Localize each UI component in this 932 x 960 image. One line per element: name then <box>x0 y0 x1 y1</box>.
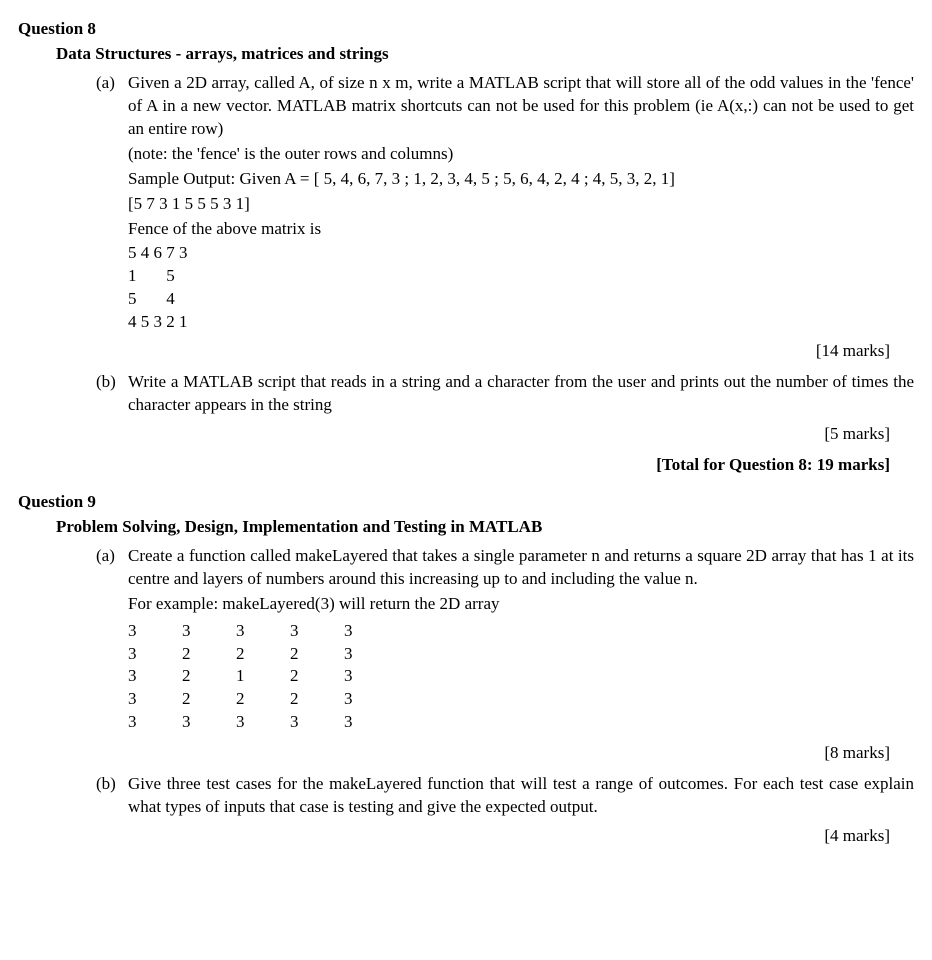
matrix-cell: 3 <box>344 665 398 688</box>
matrix-cell: 2 <box>236 643 290 666</box>
matrix-cell: 2 <box>182 643 236 666</box>
matrix-cell: 3 <box>344 620 398 643</box>
q9a-matrix: 3333332223321233222333333 <box>128 620 914 735</box>
matrix-cell: 3 <box>290 620 344 643</box>
matrix-row: 32123 <box>128 665 914 688</box>
matrix-cell: 3 <box>128 620 182 643</box>
matrix-cell: 3 <box>128 688 182 711</box>
matrix-cell: 3 <box>182 711 236 734</box>
question-8-subtitle: Data Structures - arrays, matrices and s… <box>56 43 914 66</box>
matrix-cell: 3 <box>344 643 398 666</box>
q9-part-b: (b) Give three test cases for the makeLa… <box>96 773 914 821</box>
matrix-cell: 2 <box>182 688 236 711</box>
part-body: Given a 2D array, called A, of size n x … <box>128 72 914 336</box>
q8a-p2: (note: the 'fence' is the outer rows and… <box>128 143 914 166</box>
matrix-cell: 2 <box>182 665 236 688</box>
q8a-fence: 5 4 6 7 3 1 5 5 4 4 5 3 2 1 <box>128 242 914 334</box>
part-body: Give three test cases for the makeLayere… <box>128 773 914 821</box>
q8a-marks: [14 marks] <box>18 340 890 363</box>
matrix-cell: 1 <box>236 665 290 688</box>
q8-total: [Total for Question 8: 19 marks] <box>18 454 890 477</box>
matrix-cell: 3 <box>128 665 182 688</box>
part-label: (a) <box>96 72 128 336</box>
matrix-cell: 3 <box>236 620 290 643</box>
matrix-row: 33333 <box>128 711 914 734</box>
matrix-row: 33333 <box>128 620 914 643</box>
matrix-row: 32223 <box>128 643 914 666</box>
q9b-p1: Give three test cases for the makeLayere… <box>128 773 914 819</box>
question-9-header: Question 9 <box>18 491 914 514</box>
q8a-p5: Fence of the above matrix is <box>128 218 914 241</box>
matrix-cell: 2 <box>290 688 344 711</box>
matrix-cell: 2 <box>236 688 290 711</box>
part-body: Write a MATLAB script that reads in a st… <box>128 371 914 419</box>
q8a-p1: Given a 2D array, called A, of size n x … <box>128 72 914 141</box>
part-label: (b) <box>96 773 128 821</box>
matrix-cell: 3 <box>128 643 182 666</box>
q9-part-a: (a) Create a function called makeLayered… <box>96 545 914 739</box>
q8b-p1: Write a MATLAB script that reads in a st… <box>128 371 914 417</box>
q8-part-b: (b) Write a MATLAB script that reads in … <box>96 371 914 419</box>
matrix-cell: 3 <box>182 620 236 643</box>
matrix-cell: 3 <box>128 711 182 734</box>
matrix-cell: 3 <box>290 711 344 734</box>
matrix-cell: 3 <box>344 711 398 734</box>
matrix-cell: 2 <box>290 643 344 666</box>
q9b-marks-cutoff: [4 marks] <box>18 825 890 848</box>
q8a-p4: [5 7 3 1 5 5 5 3 1] <box>128 193 914 216</box>
q9a-marks: [8 marks] <box>18 742 890 765</box>
q9a-p1: Create a function called makeLayered tha… <box>128 545 914 591</box>
part-label: (b) <box>96 371 128 419</box>
matrix-cell: 3 <box>344 688 398 711</box>
matrix-row: 32223 <box>128 688 914 711</box>
question-8-header: Question 8 <box>18 18 914 41</box>
q8a-p3: Sample Output: Given A = [ 5, 4, 6, 7, 3… <box>128 168 914 191</box>
matrix-cell: 2 <box>290 665 344 688</box>
part-body: Create a function called makeLayered tha… <box>128 545 914 739</box>
q9a-p2: For example: makeLayered(3) will return … <box>128 593 914 616</box>
q8b-marks: [5 marks] <box>18 423 890 446</box>
q8-part-a: (a) Given a 2D array, called A, of size … <box>96 72 914 336</box>
part-label: (a) <box>96 545 128 739</box>
matrix-cell: 3 <box>236 711 290 734</box>
question-9-subtitle: Problem Solving, Design, Implementation … <box>56 516 914 539</box>
